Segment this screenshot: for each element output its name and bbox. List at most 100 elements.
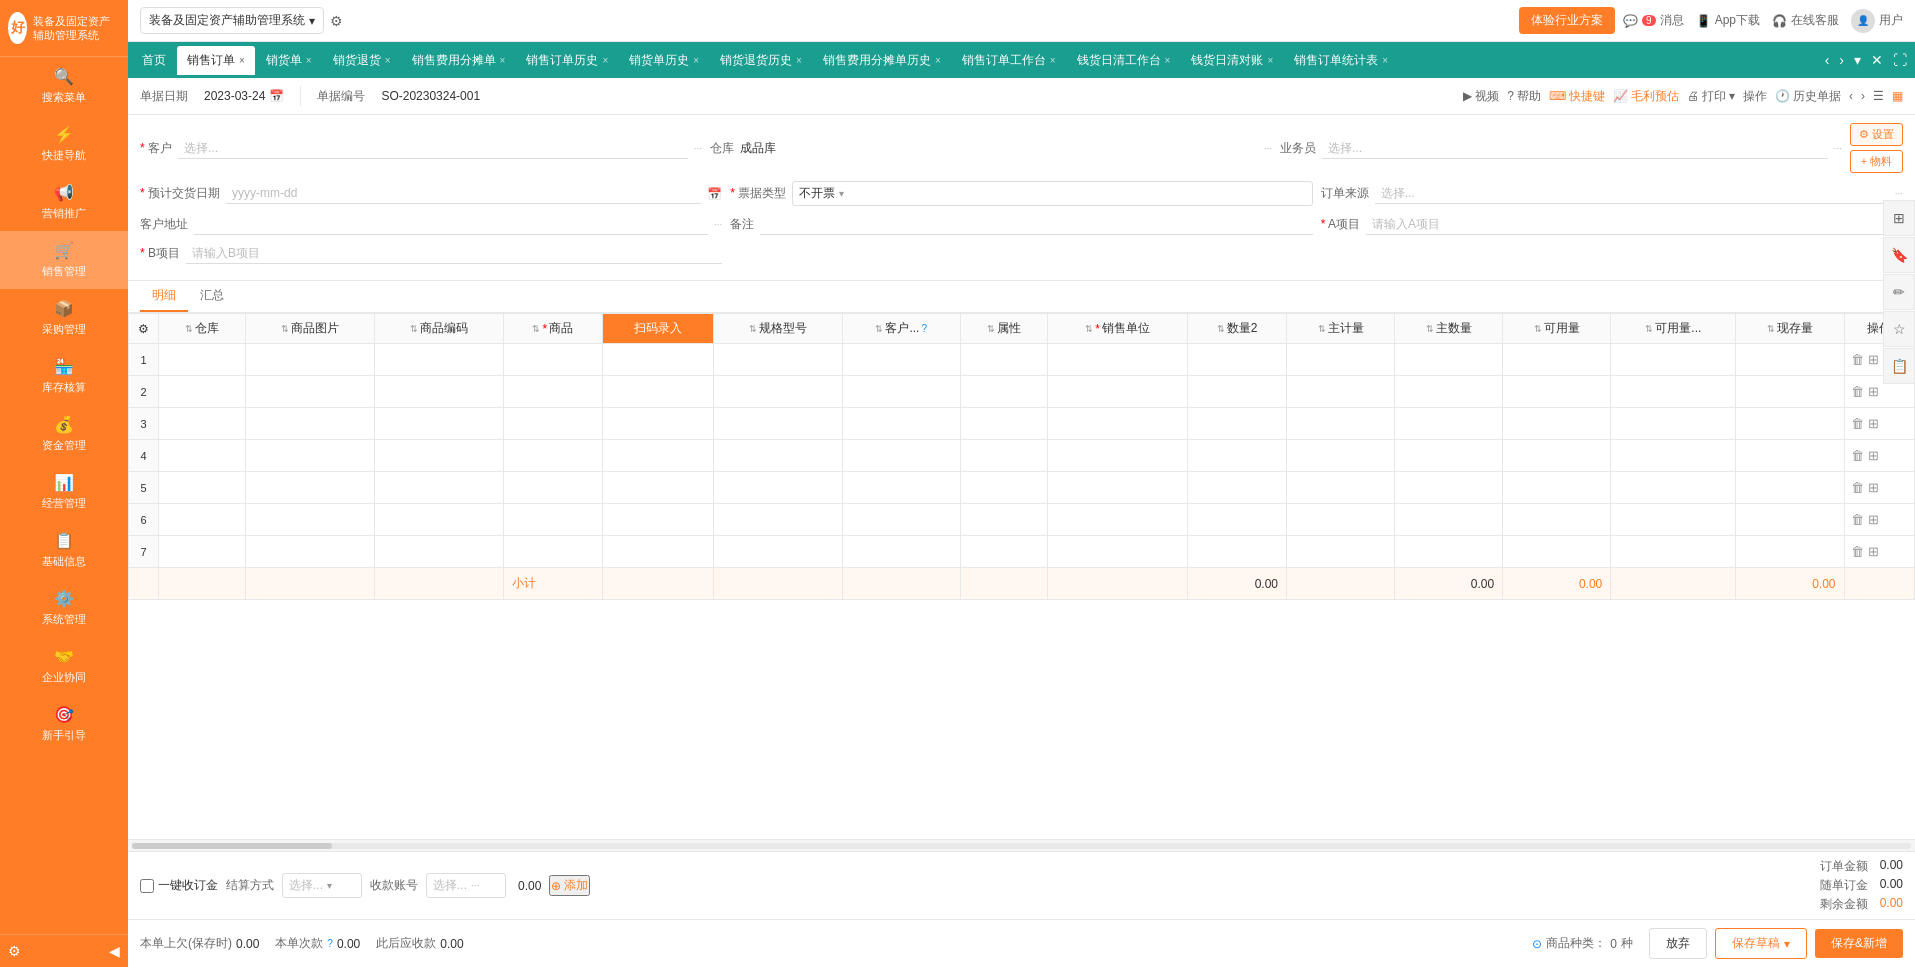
tab-sales-return-history-close[interactable]: ×	[693, 55, 699, 66]
row-5-delete-icon[interactable]: 🗑	[1851, 480, 1864, 495]
row-2-main-quantity[interactable]	[1395, 376, 1503, 408]
account-more-icon[interactable]: ···	[471, 880, 479, 891]
row-2-attributes[interactable]	[960, 376, 1047, 408]
customer-input[interactable]	[178, 138, 688, 159]
row-5-quantity2[interactable]	[1188, 472, 1287, 504]
row-1-sales-unit[interactable]	[1048, 344, 1188, 376]
row-7-customer-code[interactable]	[842, 536, 960, 568]
row-4-customer-code[interactable]	[842, 440, 960, 472]
goods-count-link[interactable]: ⊙	[1532, 937, 1542, 951]
nav-prev-icon[interactable]: ‹	[1849, 89, 1853, 103]
tab-cash-daily-reconcile-close[interactable]: ×	[1267, 55, 1273, 66]
tab-sales-order-workspace-close[interactable]: ×	[1050, 55, 1056, 66]
save-new-button[interactable]: 保存&新增	[1815, 929, 1903, 958]
sidebar-item-guide[interactable]: 🎯 新手引导	[0, 695, 128, 753]
row-4-main-unit[interactable]	[1287, 440, 1395, 472]
row-6-scan[interactable]	[602, 504, 714, 536]
payment-method-select[interactable]: 选择... ▾	[282, 873, 362, 898]
row-6-product-code[interactable]	[375, 504, 504, 536]
scroll-bar-track[interactable]	[132, 843, 1911, 849]
row-4-copy-icon[interactable]: ⊞	[1868, 448, 1879, 463]
row-7-copy-icon[interactable]: ⊞	[1868, 544, 1879, 559]
row-3-scan[interactable]	[602, 408, 714, 440]
tab-sales-expense-split-close[interactable]: ×	[500, 55, 506, 66]
row-3-warehouse[interactable]	[159, 408, 246, 440]
tab-maximize[interactable]: ⛶	[1889, 50, 1911, 70]
row-7-attributes[interactable]	[960, 536, 1047, 568]
tab-cash-daily-reconcile[interactable]: 钱货日清对账 ×	[1181, 46, 1283, 75]
app-selector[interactable]: 装备及固定资产辅助管理系统 ▾	[140, 7, 324, 34]
tab-detail[interactable]: 明细	[140, 281, 188, 312]
row-3-main-unit[interactable]	[1287, 408, 1395, 440]
tab-sales-order-history[interactable]: 销售订单历史 ×	[516, 46, 618, 75]
row-7-available2[interactable]	[1611, 536, 1736, 568]
tab-sales-order-history-close[interactable]: ×	[602, 55, 608, 66]
sidebar-item-marketing[interactable]: 📢 营销推广	[0, 173, 128, 231]
row-6-main-unit[interactable]	[1287, 504, 1395, 536]
row-1-attributes[interactable]	[960, 344, 1047, 376]
scroll-bar-thumb[interactable]	[132, 843, 332, 849]
row-7-spec[interactable]	[714, 536, 843, 568]
tab-sales-order-stats-close[interactable]: ×	[1382, 55, 1388, 66]
row-4-scan[interactable]	[602, 440, 714, 472]
row-1-spec[interactable]	[714, 344, 843, 376]
tab-home[interactable]: 首页	[132, 46, 176, 75]
row-2-product-image[interactable]	[246, 376, 375, 408]
tab-sales-order-close[interactable]: ×	[239, 55, 245, 66]
row-2-product[interactable]	[503, 376, 602, 408]
tab-sales-order-stats[interactable]: 销售订单统计表 ×	[1284, 46, 1398, 75]
row-6-product[interactable]	[503, 504, 602, 536]
row-3-product-code[interactable]	[375, 408, 504, 440]
customer-more-icon[interactable]: ···	[694, 143, 702, 154]
scroll-bar-area[interactable]	[128, 839, 1915, 851]
tab-sales-order[interactable]: 销售订单 ×	[177, 46, 255, 75]
form-view-icon[interactable]: ▦	[1892, 89, 1903, 103]
right-panel-btn-2[interactable]: 🔖	[1883, 237, 1915, 273]
delivery-calendar-icon[interactable]: 📅	[707, 187, 722, 201]
preview-btn[interactable]: ▶ 视频	[1463, 88, 1499, 105]
sidebar-item-purchase[interactable]: 📦 采购管理	[0, 289, 128, 347]
row-1-product[interactable]	[503, 344, 602, 376]
row-6-product-image[interactable]	[246, 504, 375, 536]
sidebar-item-base[interactable]: 📋 基础信息	[0, 521, 128, 579]
row-5-spec[interactable]	[714, 472, 843, 504]
row-4-spec[interactable]	[714, 440, 843, 472]
sidebar-item-enterprise[interactable]: 🤝 企业协同	[0, 637, 128, 695]
project-a-input[interactable]	[1366, 214, 1903, 235]
order-source-more-icon[interactable]: ···	[1895, 188, 1903, 199]
address-more-icon[interactable]: ···	[714, 219, 722, 230]
sidebar-item-inventory[interactable]: 🏪 库存核算	[0, 347, 128, 405]
row-5-main-unit[interactable]	[1287, 472, 1395, 504]
row-6-quantity2[interactable]	[1188, 504, 1287, 536]
row-7-product-code[interactable]	[375, 536, 504, 568]
one-click-deposit-label[interactable]: 一键收订金	[140, 877, 218, 894]
row-5-copy-icon[interactable]: ⊞	[1868, 480, 1879, 495]
row-4-delete-icon[interactable]: 🗑	[1851, 448, 1864, 463]
app-download-area[interactable]: 📱 App下载	[1696, 12, 1760, 29]
tab-next-arrow[interactable]: ›	[1835, 50, 1848, 70]
row-1-scan[interactable]	[602, 344, 714, 376]
row-2-current-stock[interactable]	[1736, 376, 1844, 408]
row-4-sales-unit[interactable]	[1048, 440, 1188, 472]
row-2-available[interactable]	[1503, 376, 1611, 408]
row-2-quantity2[interactable]	[1188, 376, 1287, 408]
row-4-attributes[interactable]	[960, 440, 1047, 472]
row-3-spec[interactable]	[714, 408, 843, 440]
account-select[interactable]: 选择... ···	[426, 873, 506, 898]
row-1-warehouse[interactable]	[159, 344, 246, 376]
row-1-customer-code[interactable]	[842, 344, 960, 376]
row-5-customer-code[interactable]	[842, 472, 960, 504]
row-5-attributes[interactable]	[960, 472, 1047, 504]
row-2-warehouse[interactable]	[159, 376, 246, 408]
row-1-quantity2[interactable]	[1188, 344, 1287, 376]
row-3-product[interactable]	[503, 408, 602, 440]
row-6-available[interactable]	[1503, 504, 1611, 536]
calendar-icon[interactable]: 📅	[269, 89, 284, 103]
th-gear[interactable]: ⚙	[129, 314, 159, 344]
delivery-date-input[interactable]	[226, 183, 701, 204]
tab-close-all[interactable]: ✕	[1867, 50, 1887, 70]
row-6-warehouse[interactable]	[159, 504, 246, 536]
row-1-copy-icon[interactable]: ⊞	[1868, 352, 1879, 367]
row-4-product-image[interactable]	[246, 440, 375, 472]
row-7-main-quantity[interactable]	[1395, 536, 1503, 568]
